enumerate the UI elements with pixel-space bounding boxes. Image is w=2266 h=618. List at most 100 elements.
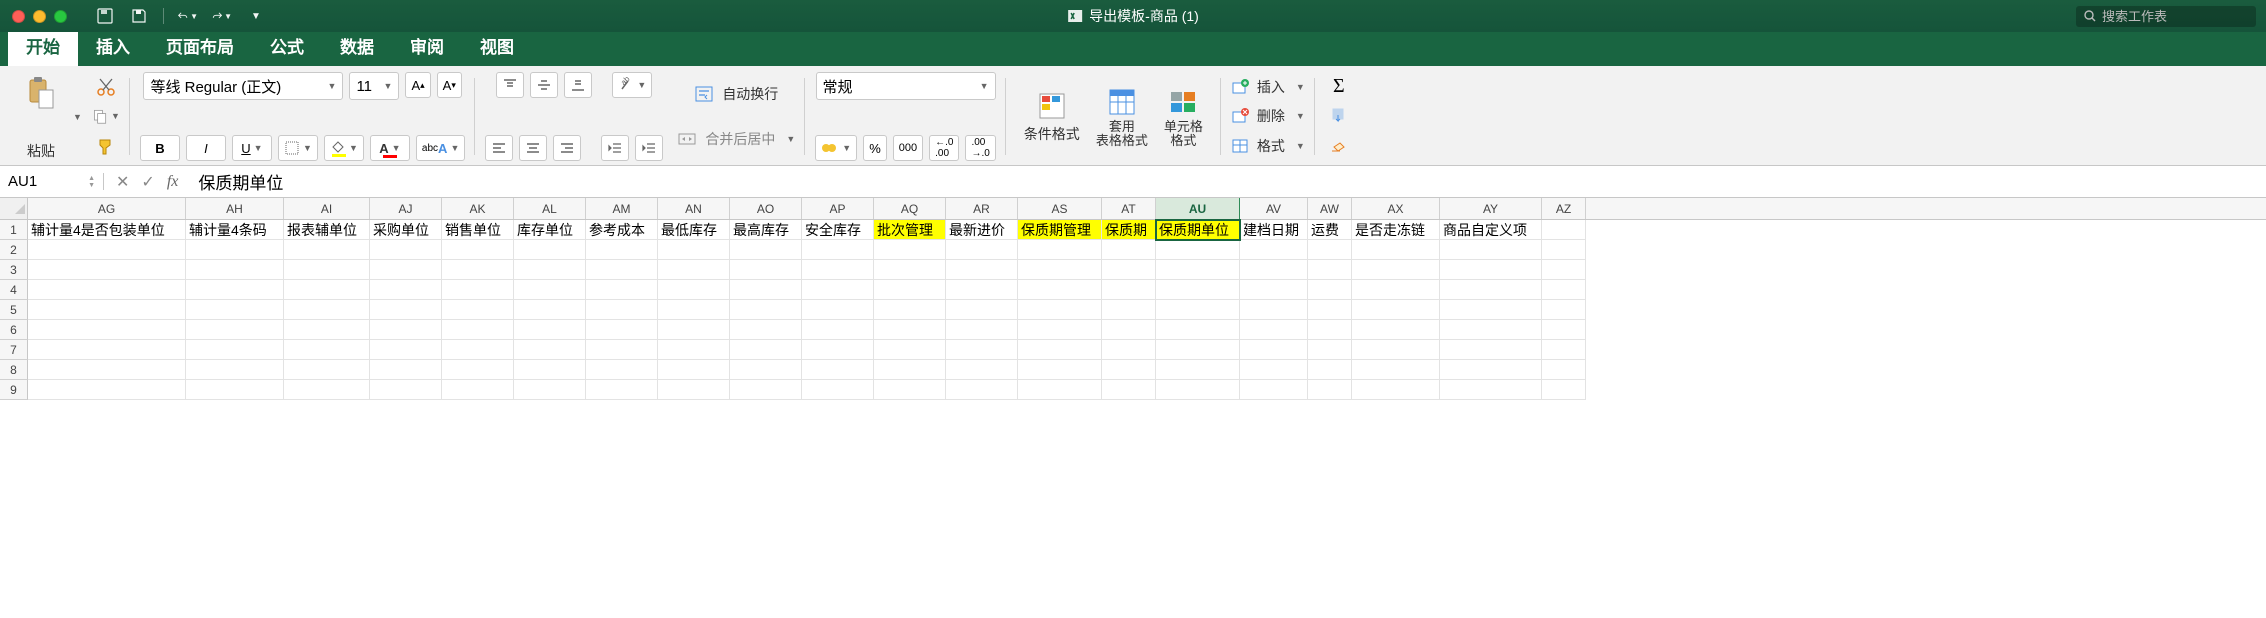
- cell-AP5[interactable]: [802, 300, 874, 320]
- phonetic-button[interactable]: abcA▼: [416, 135, 465, 161]
- cell-AQ9[interactable]: [874, 380, 946, 400]
- row-header-8[interactable]: 8: [0, 360, 28, 380]
- row-header-5[interactable]: 5: [0, 300, 28, 320]
- merge-center-button[interactable]: 合并后居中 ▼: [677, 129, 795, 149]
- cell-AY4[interactable]: [1440, 280, 1542, 300]
- cell-AU6[interactable]: [1156, 320, 1240, 340]
- cell-AO4[interactable]: [730, 280, 802, 300]
- tab-data[interactable]: 数据: [322, 27, 392, 66]
- cell-AZ3[interactable]: [1542, 260, 1586, 280]
- format-painter-button[interactable]: [92, 132, 120, 160]
- cell-AX3[interactable]: [1352, 260, 1440, 280]
- cell-AZ6[interactable]: [1542, 320, 1586, 340]
- cell-AP9[interactable]: [802, 380, 874, 400]
- cut-button[interactable]: [92, 73, 120, 101]
- cell-AX9[interactable]: [1352, 380, 1440, 400]
- cell-AI1[interactable]: 报表辅单位: [284, 220, 370, 240]
- save-button[interactable]: [129, 6, 149, 26]
- cell-AR7[interactable]: [946, 340, 1018, 360]
- cell-AZ7[interactable]: [1542, 340, 1586, 360]
- column-header-AL[interactable]: AL: [514, 198, 586, 219]
- cell-AV6[interactable]: [1240, 320, 1308, 340]
- copy-button[interactable]: ▼: [92, 102, 120, 130]
- cell-AH8[interactable]: [186, 360, 284, 380]
- cell-AT2[interactable]: [1102, 240, 1156, 260]
- decrease-indent-button[interactable]: [601, 135, 629, 161]
- align-center-button[interactable]: [519, 135, 547, 161]
- insert-cells-button[interactable]: 插入▼: [1231, 77, 1305, 97]
- cell-AI7[interactable]: [284, 340, 370, 360]
- cell-AY2[interactable]: [1440, 240, 1542, 260]
- cell-AQ2[interactable]: [874, 240, 946, 260]
- decrease-decimal-button[interactable]: .00→.0: [965, 135, 995, 161]
- cell-AG6[interactable]: [28, 320, 186, 340]
- cell-AJ3[interactable]: [370, 260, 442, 280]
- cell-AV3[interactable]: [1240, 260, 1308, 280]
- cell-AJ8[interactable]: [370, 360, 442, 380]
- cell-AQ4[interactable]: [874, 280, 946, 300]
- cell-AW5[interactable]: [1308, 300, 1352, 320]
- cell-AT3[interactable]: [1102, 260, 1156, 280]
- cell-AM4[interactable]: [586, 280, 658, 300]
- cell-AN7[interactable]: [658, 340, 730, 360]
- cell-AW6[interactable]: [1308, 320, 1352, 340]
- font-color-button[interactable]: A▼: [370, 135, 410, 161]
- cell-AH4[interactable]: [186, 280, 284, 300]
- cell-AY3[interactable]: [1440, 260, 1542, 280]
- cell-AZ2[interactable]: [1542, 240, 1586, 260]
- cell-AS1[interactable]: 保质期管理: [1018, 220, 1102, 240]
- row-header-9[interactable]: 9: [0, 380, 28, 400]
- cell-AV8[interactable]: [1240, 360, 1308, 380]
- italic-button[interactable]: I: [186, 135, 226, 161]
- cell-AL3[interactable]: [514, 260, 586, 280]
- cell-AX6[interactable]: [1352, 320, 1440, 340]
- font-name-select[interactable]: 等线 Regular (正文)▼: [143, 72, 343, 100]
- cell-AS8[interactable]: [1018, 360, 1102, 380]
- cell-AG7[interactable]: [28, 340, 186, 360]
- decrease-font-button[interactable]: A▾: [437, 72, 462, 98]
- column-header-AJ[interactable]: AJ: [370, 198, 442, 219]
- cell-AP4[interactable]: [802, 280, 874, 300]
- cell-AX4[interactable]: [1352, 280, 1440, 300]
- cell-AR1[interactable]: 最新进价: [946, 220, 1018, 240]
- cell-AV9[interactable]: [1240, 380, 1308, 400]
- paste-dropdown[interactable]: ▼: [73, 112, 82, 122]
- column-header-AX[interactable]: AX: [1352, 198, 1440, 219]
- name-box[interactable]: AU1 ▲▼: [0, 173, 104, 190]
- column-header-AU[interactable]: AU: [1156, 198, 1240, 219]
- cell-AL7[interactable]: [514, 340, 586, 360]
- cell-AR2[interactable]: [946, 240, 1018, 260]
- cell-AP2[interactable]: [802, 240, 874, 260]
- tab-insert[interactable]: 插入: [78, 27, 148, 66]
- cell-AG4[interactable]: [28, 280, 186, 300]
- cell-AM1[interactable]: 参考成本: [586, 220, 658, 240]
- confirm-formula-button[interactable]: ✓: [141, 172, 154, 192]
- search-box[interactable]: [2076, 6, 2256, 27]
- cell-AU4[interactable]: [1156, 280, 1240, 300]
- cell-AL4[interactable]: [514, 280, 586, 300]
- cell-AQ5[interactable]: [874, 300, 946, 320]
- column-header-AS[interactable]: AS: [1018, 198, 1102, 219]
- cell-AP1[interactable]: 安全库存: [802, 220, 874, 240]
- column-header-AI[interactable]: AI: [284, 198, 370, 219]
- cell-AW8[interactable]: [1308, 360, 1352, 380]
- cell-AY6[interactable]: [1440, 320, 1542, 340]
- cell-AO3[interactable]: [730, 260, 802, 280]
- cell-AI5[interactable]: [284, 300, 370, 320]
- align-bottom-button[interactable]: [564, 72, 592, 98]
- cell-AN2[interactable]: [658, 240, 730, 260]
- cell-AY7[interactable]: [1440, 340, 1542, 360]
- fill-button[interactable]: [1325, 102, 1353, 130]
- cell-AG1[interactable]: 辅计量4是否包装单位: [28, 220, 186, 240]
- cell-AN5[interactable]: [658, 300, 730, 320]
- cell-AI6[interactable]: [284, 320, 370, 340]
- cell-AI8[interactable]: [284, 360, 370, 380]
- search-input[interactable]: [2102, 9, 2242, 24]
- column-header-AY[interactable]: AY: [1440, 198, 1542, 219]
- cell-AL1[interactable]: 库存单位: [514, 220, 586, 240]
- select-all-corner[interactable]: [0, 198, 28, 219]
- cell-AG9[interactable]: [28, 380, 186, 400]
- cell-AJ5[interactable]: [370, 300, 442, 320]
- cell-AR6[interactable]: [946, 320, 1018, 340]
- cell-AU9[interactable]: [1156, 380, 1240, 400]
